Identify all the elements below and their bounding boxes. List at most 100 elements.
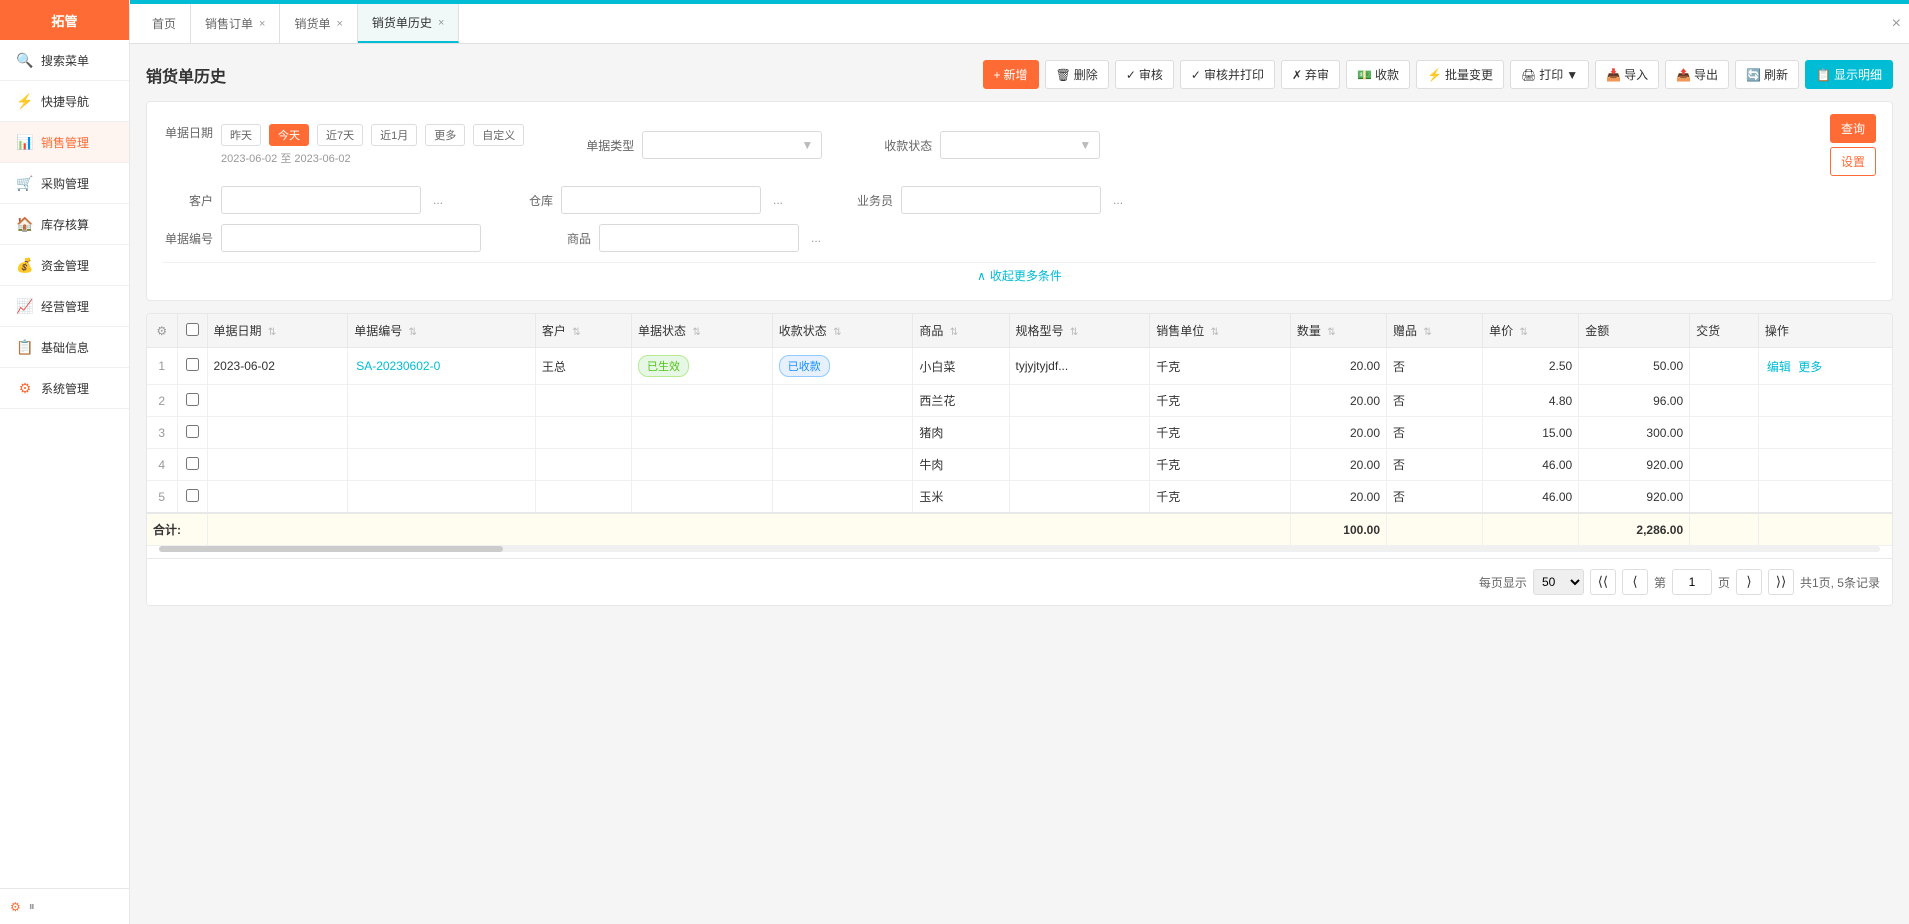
goods-input[interactable] bbox=[599, 224, 799, 252]
th-doc-status[interactable]: 单据状态 ⇅ bbox=[632, 314, 773, 348]
th-spec[interactable]: 规格型号 ⇅ bbox=[1009, 314, 1150, 348]
row-checkbox-cell[interactable] bbox=[177, 449, 207, 481]
add-button[interactable]: + 新增 bbox=[983, 60, 1039, 89]
customer-dots[interactable]: ... bbox=[433, 193, 443, 207]
page-number-input[interactable] bbox=[1672, 569, 1712, 595]
row-qty: 20.00 bbox=[1290, 417, 1386, 449]
tab-sales-goods-close[interactable]: × bbox=[336, 18, 342, 30]
collapse-label: 收起更多条件 bbox=[990, 267, 1062, 284]
sidebar-item-sys-mgmt[interactable]: ⚙ 系统管理 bbox=[0, 368, 129, 409]
settings-button[interactable]: 设置 bbox=[1830, 147, 1876, 176]
row-spec: tyjyjtyjdf... bbox=[1009, 348, 1150, 385]
batch-change-button[interactable]: ⚡ 批量变更 bbox=[1416, 60, 1504, 89]
per-page-select[interactable]: 50 20 100 bbox=[1533, 569, 1584, 595]
warehouse-dots[interactable]: ... bbox=[773, 193, 783, 207]
audit-button[interactable]: ✓ 审核 bbox=[1115, 60, 1174, 89]
row-checkbox-cell[interactable] bbox=[177, 481, 207, 514]
delete-button[interactable]: 🗑 删除 bbox=[1045, 60, 1109, 89]
tab-sales-order-close[interactable]: × bbox=[259, 18, 265, 30]
warehouse-input[interactable] bbox=[561, 186, 761, 214]
tab-history-close[interactable]: × bbox=[438, 17, 444, 29]
customer-input[interactable] bbox=[221, 186, 421, 214]
date-more[interactable]: 更多 bbox=[425, 124, 465, 146]
query-button[interactable]: 查询 bbox=[1830, 114, 1876, 143]
row-checkbox[interactable] bbox=[186, 425, 199, 438]
table-settings-icon[interactable]: ⚙ bbox=[156, 324, 167, 338]
tab-home[interactable]: 首页 bbox=[138, 4, 191, 43]
doc-status-sort-icon: ⇅ bbox=[692, 327, 700, 338]
row-doc-num bbox=[348, 481, 536, 514]
print-button[interactable]: 🖨 打印 ▼ bbox=[1510, 60, 1589, 89]
sidebar-item-inventory[interactable]: 🏠 库存核算 bbox=[0, 204, 129, 245]
doc-num-filter: 单据编号 bbox=[163, 224, 481, 252]
th-amount[interactable]: 金额 bbox=[1579, 314, 1690, 348]
horizontal-scrollbar[interactable] bbox=[159, 546, 1880, 552]
sidebar-item-finance[interactable]: 💰 资金管理 bbox=[0, 245, 129, 286]
row-doc-status bbox=[632, 481, 773, 514]
query-settings: 查询 设置 bbox=[1830, 114, 1876, 176]
row-checkbox-cell[interactable] bbox=[177, 417, 207, 449]
th-settings[interactable]: ⚙ bbox=[147, 314, 177, 348]
row-checkbox[interactable] bbox=[186, 457, 199, 470]
th-goods[interactable]: 商品 ⇅ bbox=[913, 314, 1009, 348]
sidebar-item-basic-info[interactable]: 📋 基础信息 bbox=[0, 327, 129, 368]
tab-bar-close-btn[interactable]: × bbox=[1892, 15, 1901, 33]
import-button[interactable]: 📥 导入 bbox=[1595, 60, 1659, 89]
sidebar-settings-icon[interactable]: ⚙ bbox=[10, 900, 21, 914]
row-goods: 牛肉 bbox=[913, 449, 1009, 481]
audit-print-button[interactable]: ✓ 审核并打印 bbox=[1180, 60, 1275, 89]
collect-button[interactable]: 💵 收款 bbox=[1346, 60, 1410, 89]
th-price[interactable]: 单价 ⇅ bbox=[1483, 314, 1579, 348]
sidebar-item-sales-mgmt[interactable]: 📊 销售管理 bbox=[0, 122, 129, 163]
row-checkbox[interactable] bbox=[186, 489, 199, 502]
date-7days[interactable]: 近7天 bbox=[317, 124, 363, 146]
tab-sales-goods[interactable]: 销货单 × bbox=[280, 4, 357, 43]
sidebar-collapse-icon[interactable]: ⏸ bbox=[29, 899, 35, 914]
tab-sales-order[interactable]: 销售订单 × bbox=[191, 4, 280, 43]
export-button[interactable]: 📤 导出 bbox=[1665, 60, 1729, 89]
sidebar-item-ops-mgmt[interactable]: 📈 经营管理 bbox=[0, 286, 129, 327]
row-checkbox-cell[interactable] bbox=[177, 348, 207, 385]
abandon-button[interactable]: ✗ 弃审 bbox=[1281, 60, 1340, 89]
tab-sales-goods-history[interactable]: 销货单历史 × bbox=[358, 4, 459, 43]
date-custom[interactable]: 自定义 bbox=[473, 124, 524, 146]
th-checkbox[interactable] bbox=[177, 314, 207, 348]
page-first-btn[interactable]: ⟨⟨ bbox=[1590, 569, 1616, 595]
th-customer[interactable]: 客户 ⇅ bbox=[535, 314, 631, 348]
row-checkbox-cell[interactable] bbox=[177, 385, 207, 417]
doc-num-link[interactable]: SA-20230602-0 bbox=[356, 359, 440, 373]
sidebar-item-quick-nav[interactable]: ⚡ 快捷导航 bbox=[0, 81, 129, 122]
row-checkbox[interactable] bbox=[186, 358, 199, 371]
select-all-checkbox[interactable] bbox=[186, 323, 199, 336]
th-date[interactable]: 单据日期 ⇅ bbox=[207, 314, 348, 348]
page-last-btn[interactable]: ⟩⟩ bbox=[1768, 569, 1794, 595]
date-today[interactable]: 今天 bbox=[269, 124, 309, 146]
salesperson-dots[interactable]: ... bbox=[1113, 193, 1123, 207]
abandon-icon: ✗ bbox=[1292, 68, 1302, 82]
payment-status-input[interactable]: ▼ bbox=[940, 131, 1100, 159]
row-checkbox[interactable] bbox=[186, 393, 199, 406]
page-prev-btn[interactable]: ⟨ bbox=[1622, 569, 1648, 595]
th-doc-num[interactable]: 单据编号 ⇅ bbox=[348, 314, 536, 348]
th-qty[interactable]: 数量 ⇅ bbox=[1290, 314, 1386, 348]
salesperson-input[interactable] bbox=[901, 186, 1101, 214]
show-detail-button[interactable]: 📋 显示明细 bbox=[1805, 60, 1893, 89]
page-next-btn[interactable]: ⟩ bbox=[1736, 569, 1762, 595]
th-unit[interactable]: 销售单位 ⇅ bbox=[1150, 314, 1291, 348]
th-transaction[interactable]: 交货 bbox=[1690, 314, 1759, 348]
doc-type-input[interactable]: ▼ bbox=[642, 131, 822, 159]
th-payment-status[interactable]: 收款状态 ⇅ bbox=[772, 314, 913, 348]
date-yesterday[interactable]: 昨天 bbox=[221, 124, 261, 146]
date-1month[interactable]: 近1月 bbox=[371, 124, 417, 146]
sidebar-item-search-menu[interactable]: 🔍 搜索菜单 bbox=[0, 40, 129, 81]
th-gift[interactable]: 赠品 ⇅ bbox=[1387, 314, 1483, 348]
salesperson-filter: 业务员 ... bbox=[843, 186, 1123, 214]
payment-dropdown-icon: ▼ bbox=[1079, 138, 1091, 152]
collapse-button[interactable]: ∧ 收起更多条件 bbox=[163, 262, 1876, 288]
doc-num-input[interactable] bbox=[221, 224, 481, 252]
action-link-1[interactable]: 更多 bbox=[1798, 360, 1822, 374]
refresh-button[interactable]: 🔄 刷新 bbox=[1735, 60, 1799, 89]
sidebar-item-purchase-mgmt[interactable]: 🛒 采购管理 bbox=[0, 163, 129, 204]
action-link-0[interactable]: 编辑 bbox=[1767, 360, 1791, 374]
goods-dots[interactable]: ... bbox=[811, 231, 821, 245]
